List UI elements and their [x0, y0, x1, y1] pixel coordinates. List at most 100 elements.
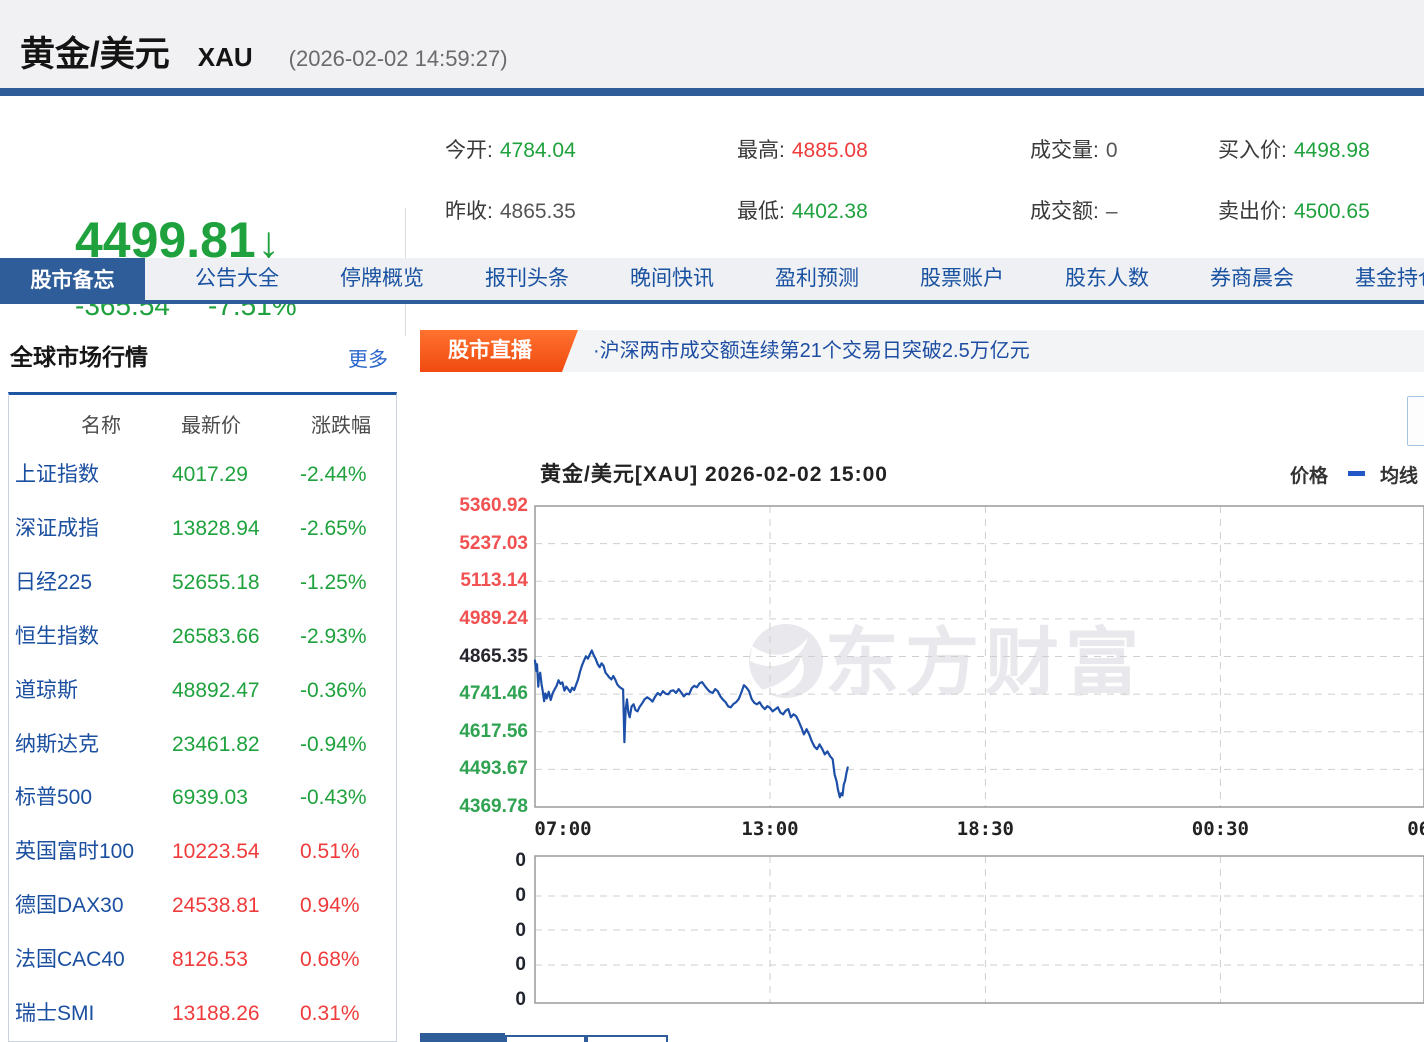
instrument-title: 黄金/美元	[20, 26, 170, 77]
market-cell: -2.44%	[300, 463, 367, 487]
market-cell: -0.43%	[300, 786, 367, 810]
market-cell: 6939.03	[172, 786, 248, 810]
svg-text:东方财富: 东方财富	[825, 621, 1145, 704]
market-row[interactable]: 法国CAC408126.530.68%	[9, 948, 396, 974]
market-row[interactable]: 上证指数4017.29-2.44%	[9, 463, 396, 489]
market-cell: 0.94%	[300, 894, 360, 918]
market-cell: 0.51%	[300, 840, 360, 864]
quote-field: 成交额:–	[1030, 195, 1118, 225]
market-cell: 英国富时100	[15, 840, 134, 864]
quote-field: 成交量:0	[1030, 134, 1118, 164]
quote-field-value: 4885.08	[792, 139, 868, 162]
quote-field: 买入价:4498.98	[1218, 134, 1370, 164]
market-cell: -0.36%	[300, 679, 367, 703]
market-cell: 纳斯达克	[15, 733, 99, 757]
volume-axis-label: 0	[478, 919, 526, 943]
market-cell: 标普500	[15, 786, 92, 810]
y-axis-label: 4493.67	[428, 756, 528, 782]
market-row[interactable]: 瑞士SMI13188.260.31%	[9, 1002, 396, 1028]
nav-tab-1[interactable]: 股市备忘	[0, 258, 145, 304]
market-cell: -0.94%	[300, 733, 367, 757]
x-axis-label: 07:00	[523, 817, 603, 841]
market-cell: 0.68%	[300, 948, 360, 972]
quote-field: 最高: 4885.08	[737, 134, 868, 164]
market-row[interactable]: 英国富时100 10223.54 0.51%	[9, 840, 396, 866]
market-cell: 8126.53	[172, 948, 248, 972]
quote-field-label: 卖出价:	[1218, 200, 1287, 223]
nav-tab-bar: 股市备忘 公告大全 停牌概览 报刊头条 晚间快讯 盈利预测 股票账户 股东人数 券商晨会 基金持仓	[0, 258, 1424, 304]
nav-tab-7[interactable]: 股票账户	[914, 258, 1010, 300]
news-ticker[interactable]: ·沪深两市成交额连续第21个交易日突破2.5万亿元	[593, 330, 1030, 372]
y-axis-label: 5113.14	[428, 568, 528, 594]
market-cell: 道琼斯	[15, 679, 78, 703]
market-cell: 52655.18	[172, 571, 260, 595]
chart-period-tab[interactable]	[586, 1035, 668, 1042]
y-axis-label: 5237.03	[428, 531, 528, 557]
sidebar-more-link[interactable]: 更多	[348, 343, 388, 372]
y-axis-label: 4369.78	[428, 794, 528, 820]
quote-field-label: 今开:	[445, 139, 493, 162]
nav-tab-3[interactable]: 停牌概览	[334, 258, 430, 300]
quote-field-label: 昨收:	[445, 200, 493, 223]
market-cell: 13828.94	[172, 517, 260, 541]
sidebar-title: 全球市场行情	[10, 338, 148, 372]
nav-tab-9[interactable]: 券商晨会	[1204, 258, 1300, 300]
nav-tab-6[interactable]: 盈利预测	[769, 258, 865, 300]
market-row[interactable]: 标普500 6939.03 -0.43%	[9, 786, 396, 812]
market-cell: 0.31%	[300, 1002, 360, 1026]
price-chart-frame	[535, 506, 1424, 807]
market-row[interactable]: 道琼斯 48892.47 -0.36%	[9, 679, 396, 705]
y-axis-label: 4865.35	[428, 644, 528, 670]
quote-section: 4499.81↓ -365.54-7.51% 今开:4784.04昨收:4865…	[0, 96, 1424, 258]
global-markets-table: 名称最新价涨跌幅上证指数4017.29-2.44%深证成指13828.94-2.…	[8, 392, 397, 1042]
market-cell: -2.93%	[300, 625, 367, 649]
market-row[interactable]: 日经22552655.18-1.25%	[9, 571, 396, 597]
quote-field: 今开:4784.04	[445, 134, 576, 164]
market-row[interactable]: 纳斯达克 23461.82 -0.94%	[9, 733, 396, 759]
market-cell: 恒生指数	[15, 625, 99, 649]
market-cell: 10223.54	[172, 840, 260, 864]
market-cell: 48892.47	[172, 679, 260, 703]
chart-period-tab-active[interactable]	[420, 1033, 505, 1042]
volume-axis-label: 0	[478, 849, 526, 873]
nav-tab-5[interactable]: 晚间快讯	[624, 258, 720, 300]
market-row[interactable]: 恒生指数 26583.66 -2.93%	[9, 625, 396, 651]
legend-ma-label: 均线	[1380, 461, 1418, 488]
quote-field: 卖出价: 4500.65	[1218, 195, 1370, 225]
y-axis-label: 4617.56	[428, 719, 528, 745]
market-row[interactable]: 深证成指13828.94-2.65%	[9, 517, 396, 543]
table-column-header: 涨跌幅	[301, 409, 381, 438]
side-widget-button[interactable]	[1407, 396, 1424, 446]
nav-tab-4[interactable]: 报刊头条	[479, 258, 575, 300]
page: 黄金/美元 XAU (2026-02-02 14:59:27) 4499.81↓…	[0, 0, 1424, 1042]
x-axis-label: 06:30	[1396, 817, 1424, 841]
header-divider-bar	[0, 88, 1424, 96]
quote-field-value: 4402.38	[792, 200, 868, 223]
market-row[interactable]: 德国DAX3024538.810.94%	[9, 894, 396, 920]
table-column-header: 最新价	[171, 409, 251, 438]
nav-tab-10[interactable]: 基金持仓	[1349, 258, 1424, 300]
market-cell: -2.65%	[300, 517, 367, 541]
quote-field-label: 买入价:	[1218, 139, 1287, 162]
market-cell: 23461.82	[172, 733, 260, 757]
x-axis-label: 18:30	[945, 817, 1025, 841]
quote-field-value: 4500.65	[1294, 200, 1370, 223]
quote-field-label: 最低:	[737, 200, 785, 223]
live-banner-label[interactable]: 股市直播	[420, 330, 578, 372]
market-cell: 瑞士SMI	[15, 1002, 94, 1026]
legend-price-label: 价格	[1290, 461, 1328, 488]
nav-tab-2[interactable]: 公告大全	[189, 258, 285, 300]
quote-field-label: 成交额:	[1030, 200, 1099, 223]
instrument-symbol: XAU	[198, 42, 253, 73]
quote-field: 最低: 4402.38	[737, 195, 868, 225]
chart-period-tab[interactable]	[505, 1035, 586, 1042]
chart-title: 黄金/美元[XAU] 2026-02-02 15:00	[540, 458, 888, 488]
nav-tab-8[interactable]: 股东人数	[1059, 258, 1155, 300]
market-cell: 26583.66	[172, 625, 260, 649]
volume-axis-label: 0	[478, 988, 526, 1012]
quote-field-label: 成交量:	[1030, 139, 1099, 162]
nav-tab-underline	[0, 300, 1424, 304]
market-cell: 德国DAX30	[15, 894, 124, 918]
y-axis-label: 4989.24	[428, 606, 528, 632]
quote-field-label: 最高:	[737, 139, 785, 162]
